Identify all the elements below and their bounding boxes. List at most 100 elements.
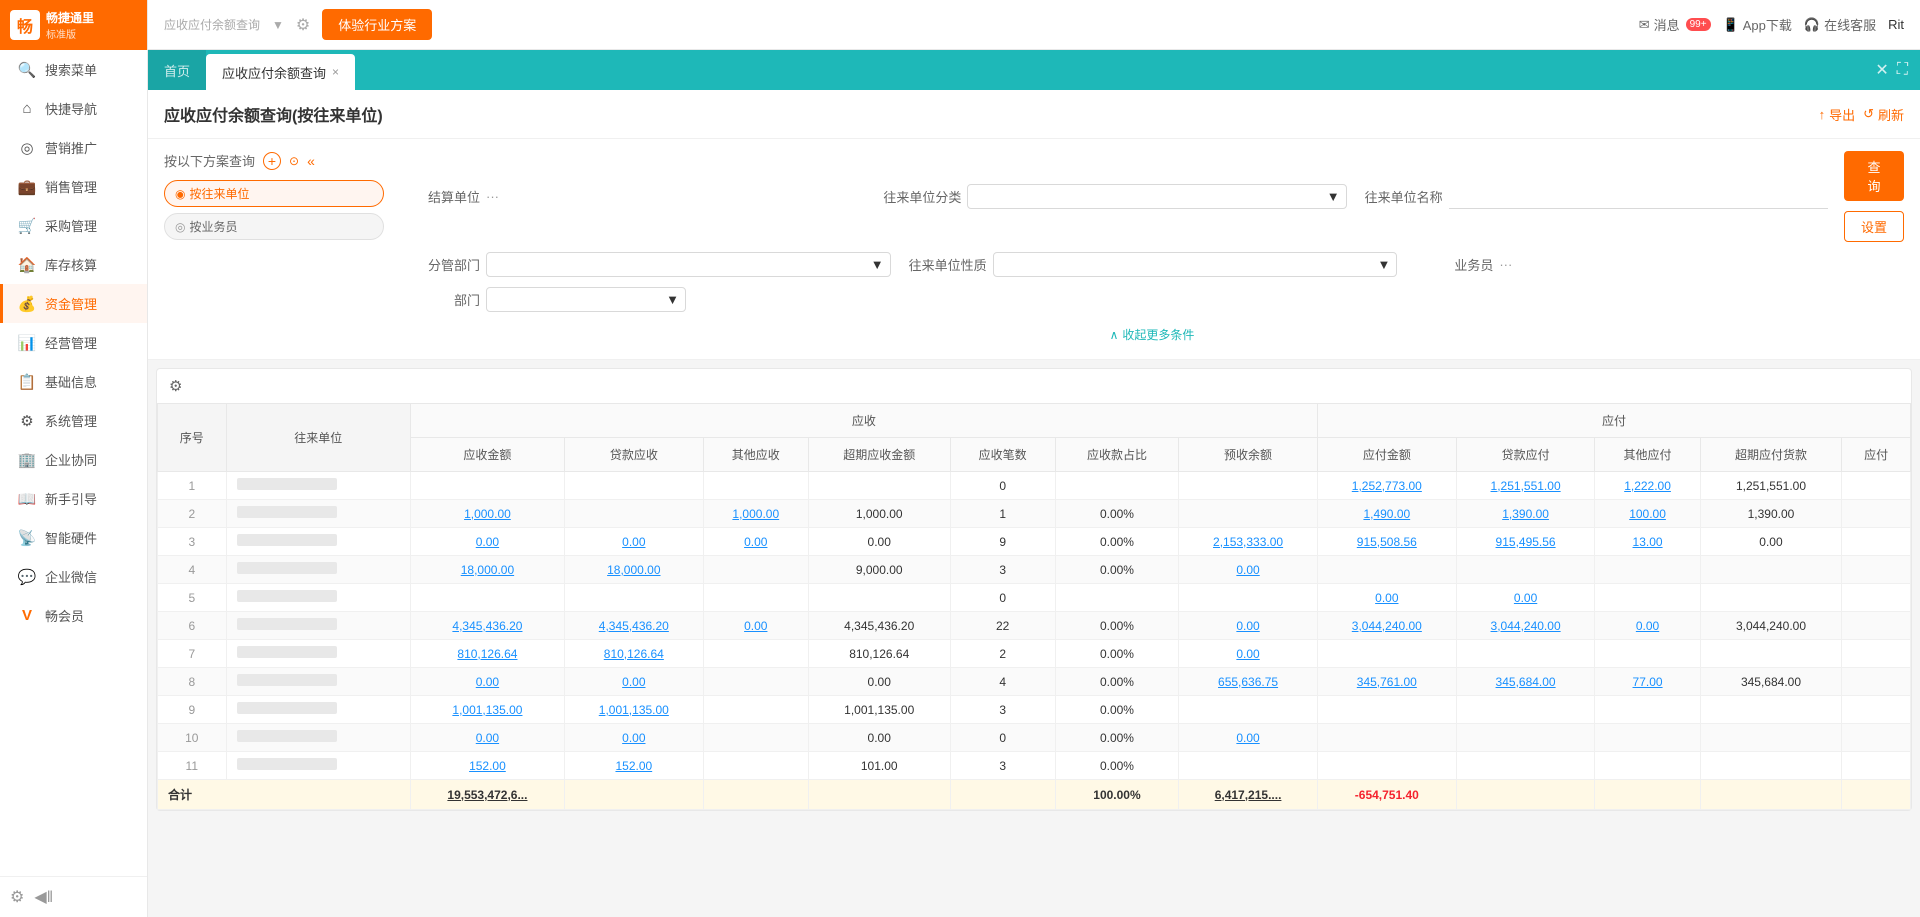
cell-link[interactable]: 1,001,135.00 — [410, 696, 564, 724]
cell-link[interactable]: 0.00 — [703, 528, 808, 556]
cell-link[interactable]: 0.00 — [1179, 640, 1318, 668]
cell-link[interactable]: 0.00 — [410, 528, 564, 556]
user-name[interactable]: Rit — [1888, 17, 1904, 32]
scheme-settings-icon[interactable]: ⊙ — [289, 154, 299, 168]
cell-value — [1700, 584, 1842, 612]
cell-empty — [1456, 640, 1595, 668]
cell-link[interactable]: 3,044,240.00 — [1317, 612, 1456, 640]
settlement-unit-dots[interactable]: ··· — [486, 189, 499, 204]
close-window-icon[interactable]: ✕ — [1875, 60, 1888, 80]
export-button[interactable]: ↑ 导出 — [1819, 105, 1856, 124]
row-number: 3 — [158, 528, 227, 556]
cell-link[interactable]: 0.00 — [1179, 724, 1318, 752]
cell-link[interactable]: 810,126.64 — [564, 640, 703, 668]
cell-link[interactable]: 0.00 — [703, 612, 808, 640]
cell-link[interactable]: 1,251,551.00 — [1456, 472, 1595, 500]
unit-nature-select[interactable]: ▼ — [993, 252, 1398, 277]
cell-link[interactable]: 1,490.00 — [1317, 500, 1456, 528]
cell-link[interactable]: 345,761.00 — [1317, 668, 1456, 696]
footer-ar-prepay[interactable]: 6,417,215.... — [1179, 780, 1318, 810]
sidebar-item-wechat[interactable]: 💬 企业微信 — [0, 557, 147, 596]
cell-link[interactable]: 152.00 — [564, 752, 703, 780]
cell-link[interactable]: 655,636.75 — [1179, 668, 1318, 696]
cell-link[interactable]: 4,345,436.20 — [564, 612, 703, 640]
sidebar-item-guide[interactable]: 📖 新手引导 — [0, 479, 147, 518]
cell-link[interactable]: 0.00 — [410, 668, 564, 696]
sidebar-item-basic-info[interactable]: 📋 基础信息 — [0, 362, 147, 401]
scheme-by-staff[interactable]: ◎ 按业务员 — [164, 213, 384, 240]
sidebar-item-enterprise[interactable]: 🏢 企业协同 — [0, 440, 147, 479]
collapse-icon[interactable]: ◀‖ — [34, 887, 53, 907]
sidebar-item-marketing[interactable]: ◎ 营销推广 — [0, 128, 147, 167]
cell-link[interactable]: 345,684.00 — [1456, 668, 1595, 696]
query-button[interactable]: 查询 — [1844, 151, 1904, 201]
sidebar-item-member[interactable]: V 畅会员 — [0, 596, 147, 635]
cell-link[interactable]: 1,000.00 — [410, 500, 564, 528]
cell-link[interactable]: 1,001,135.00 — [564, 696, 703, 724]
unit-category-select[interactable]: ▼ — [967, 184, 1346, 209]
trial-button[interactable]: 体验行业方案 — [322, 9, 432, 40]
sidebar-item-sales[interactable]: 💼 销售管理 — [0, 167, 147, 206]
cell-link[interactable]: 13.00 — [1595, 528, 1700, 556]
cell-link[interactable]: 18,000.00 — [410, 556, 564, 584]
sidebar-item-system[interactable]: ⚙ 系统管理 — [0, 401, 147, 440]
add-scheme-button[interactable]: + — [263, 152, 281, 170]
cell-link[interactable]: 0.00 — [1595, 612, 1700, 640]
maximize-icon[interactable]: ⛶ — [1897, 61, 1908, 79]
cell-link[interactable]: 2,153,333.00 — [1179, 528, 1318, 556]
toggle-scheme-icon[interactable]: « — [307, 153, 315, 169]
cell-link[interactable]: 915,495.56 — [1456, 528, 1595, 556]
table-settings-icon[interactable]: ⚙ — [169, 377, 182, 395]
cell-link[interactable]: 0.00 — [1317, 584, 1456, 612]
cell-link[interactable]: 1,222.00 — [1595, 472, 1700, 500]
dept-select[interactable]: ▼ — [486, 252, 891, 277]
cell-link[interactable]: 1,390.00 — [1456, 500, 1595, 528]
unit-name-input[interactable] — [1449, 185, 1828, 209]
cell-link[interactable]: 77.00 — [1595, 668, 1700, 696]
salesman-dots[interactable]: ··· — [1499, 257, 1512, 272]
cell-link[interactable]: 0.00 — [410, 724, 564, 752]
collapse-more[interactable]: ∧ 收起更多条件 — [400, 322, 1904, 347]
cell-link[interactable]: 0.00 — [564, 528, 703, 556]
setting-button[interactable]: 设置 — [1844, 211, 1904, 242]
cell-link[interactable]: 0.00 — [564, 724, 703, 752]
cell-link[interactable]: 915,508.56 — [1317, 528, 1456, 556]
cell-link[interactable]: 18,000.00 — [564, 556, 703, 584]
cell-link[interactable]: 3,044,240.00 — [1456, 612, 1595, 640]
topbar-dropdown-icon[interactable]: ▼ — [272, 18, 284, 32]
sidebar-item-inventory[interactable]: 🏠 库存核算 — [0, 245, 147, 284]
scheme-by-unit[interactable]: ◉ 按往来单位 — [164, 180, 384, 207]
topbar-gear-icon[interactable]: ⚙ — [296, 15, 310, 35]
tab-ar-ap[interactable]: 应收应付余额查询 × — [206, 54, 355, 90]
home-icon: ⌂ — [17, 100, 37, 117]
cell-value: 3 — [950, 556, 1055, 584]
cell-link[interactable]: 0.00 — [564, 668, 703, 696]
cell-link[interactable]: 4,345,436.20 — [410, 612, 564, 640]
cell-link[interactable]: 810,126.64 — [410, 640, 564, 668]
sidebar-item-finance[interactable]: 💰 资金管理 — [0, 284, 147, 323]
sidebar-item-purchase[interactable]: 🛒 采购管理 — [0, 206, 147, 245]
department-select[interactable]: ▼ — [486, 287, 686, 312]
message-action[interactable]: ✉ 消息 99+ — [1639, 15, 1711, 34]
col-ap-loan: 贷款应付 — [1456, 438, 1595, 472]
cell-empty — [1595, 556, 1700, 584]
cell-link[interactable]: 152.00 — [410, 752, 564, 780]
tab-close-icon[interactable]: × — [332, 65, 339, 79]
cell-link[interactable]: 1,252,773.00 — [1317, 472, 1456, 500]
cell-link[interactable]: 1,000.00 — [703, 500, 808, 528]
cell-link[interactable]: 0.00 — [1456, 584, 1595, 612]
refresh-button[interactable]: ↺ 刷新 — [1863, 105, 1904, 124]
sidebar-item-hardware[interactable]: 📡 智能硬件 — [0, 518, 147, 557]
settings-icon[interactable]: ⚙ — [10, 887, 24, 907]
service-action[interactable]: 🎧 在线客服 — [1804, 15, 1876, 34]
sidebar-item-quick-nav[interactable]: ⌂ 快捷导航 — [0, 89, 147, 128]
cell-link[interactable]: 100.00 — [1595, 500, 1700, 528]
sidebar-item-search-menu[interactable]: 🔍 搜索菜单 — [0, 50, 147, 89]
app-download-action[interactable]: 📱 App下载 — [1723, 15, 1792, 34]
tab-home[interactable]: 首页 — [148, 50, 206, 90]
search-icon: 🔍 — [17, 61, 37, 79]
sidebar-item-operations[interactable]: 📊 经营管理 — [0, 323, 147, 362]
cell-link[interactable]: 0.00 — [1179, 556, 1318, 584]
cell-link[interactable]: 0.00 — [1179, 612, 1318, 640]
footer-ar-amount[interactable]: 19,553,472,6... — [410, 780, 564, 810]
